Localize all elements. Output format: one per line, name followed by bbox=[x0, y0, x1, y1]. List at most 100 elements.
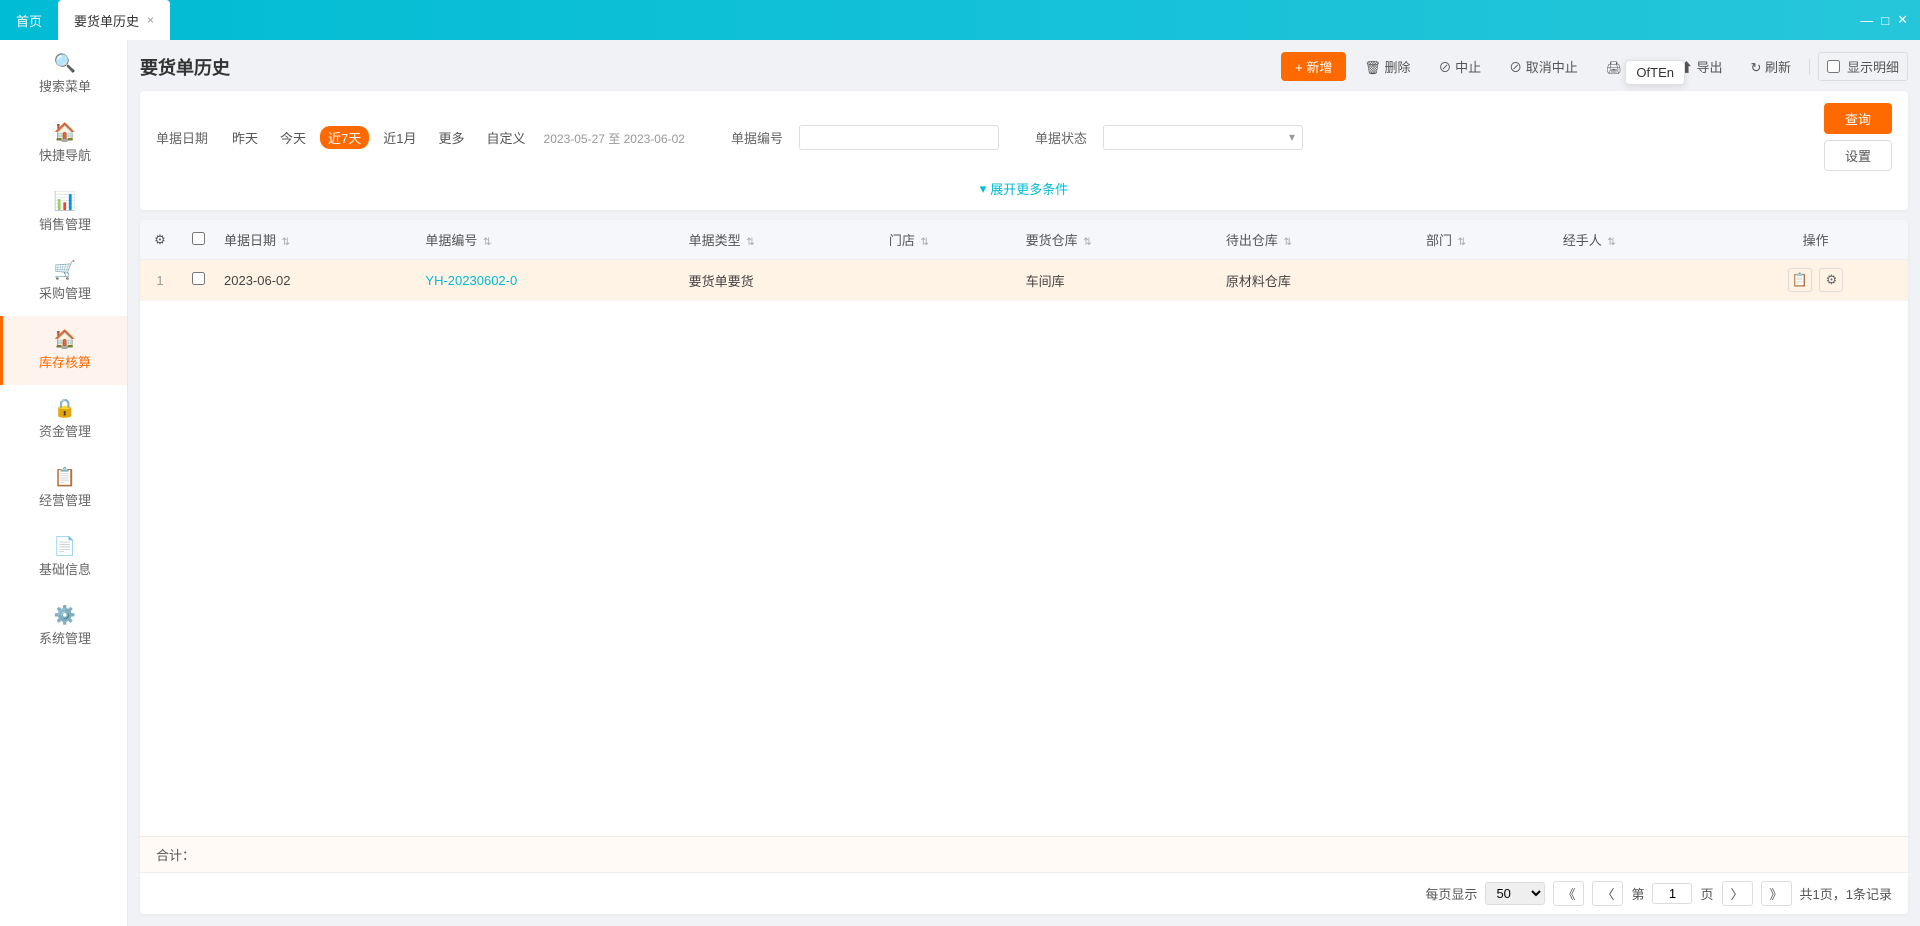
doc-no-link[interactable]: YH-20230602-0 bbox=[425, 273, 517, 288]
tab-home-label: 首页 bbox=[16, 11, 42, 30]
filter-settings-button[interactable]: 设置 bbox=[1824, 140, 1892, 171]
col-doc-date[interactable]: 单据日期 ⇅ bbox=[216, 220, 417, 260]
status-label: 单据状态 bbox=[1035, 128, 1087, 147]
date-btn-more[interactable]: 更多 bbox=[431, 126, 473, 149]
status-select-wrapper bbox=[1103, 125, 1303, 150]
select-all-checkbox[interactable] bbox=[192, 232, 205, 245]
operations-mgmt-icon: 📋 bbox=[54, 468, 76, 486]
maximize-icon[interactable]: □ bbox=[1881, 13, 1889, 28]
date-range-text: 2023-05-27 至 2023-06-02 bbox=[544, 130, 685, 147]
last-page-button[interactable]: 》 bbox=[1761, 881, 1792, 906]
minimize-icon[interactable]: — bbox=[1860, 13, 1873, 28]
page-label: 页 bbox=[1700, 884, 1713, 903]
sidebar-item-operations-mgmt-label: 经营管理 bbox=[39, 490, 91, 509]
table-card: ⚙ 单据日期 ⇅ 单据编号 ⇅ 单据类型 ⇅ bbox=[140, 220, 1908, 914]
tab-purchase-history-label: 要货单历史 bbox=[74, 11, 139, 30]
summary-label: 合计： bbox=[156, 848, 195, 863]
col-req-warehouse[interactable]: 要货仓库 ⇅ bbox=[1018, 220, 1218, 260]
col-department[interactable]: 部门 ⇅ bbox=[1418, 220, 1555, 260]
page-title: 要货单历史 bbox=[140, 54, 230, 80]
col-handler[interactable]: 经手人 ⇅ bbox=[1555, 220, 1724, 260]
tab-purchase-history[interactable]: 要货单历史 × bbox=[58, 0, 170, 40]
date-btn-last1month[interactable]: 近1月 bbox=[375, 126, 424, 149]
row-actions: 📋 ⚙ bbox=[1723, 260, 1908, 301]
window-controls: — □ ✕ bbox=[1860, 12, 1920, 28]
doc-no-label: 单据编号 bbox=[731, 128, 783, 147]
quick-nav-icon: 🏠 bbox=[54, 123, 76, 141]
often-badge-label: OfTEn bbox=[1636, 65, 1674, 80]
sidebar-item-inventory[interactable]: 🏠 库存核算 bbox=[0, 316, 127, 385]
tab-home[interactable]: 首页 bbox=[0, 0, 58, 40]
total-info: 共1页，1条记录 bbox=[1800, 884, 1892, 903]
date-btn-custom[interactable]: 自定义 bbox=[479, 126, 534, 149]
row-pending-warehouse: 原材料仓库 bbox=[1218, 260, 1418, 301]
row-view-icon[interactable]: 📋 bbox=[1788, 268, 1812, 292]
date-btn-yesterday[interactable]: 昨天 bbox=[224, 126, 266, 149]
page-size-label: 每页显示 bbox=[1425, 884, 1477, 903]
stop-button[interactable]: ⊘ 中止 bbox=[1428, 53, 1491, 80]
top-bar: 首页 要货单历史 × — □ ✕ bbox=[0, 0, 1920, 40]
table-footer-summary: 合计： bbox=[140, 836, 1908, 872]
delete-button[interactable]: 🗑 删除 bbox=[1354, 53, 1420, 80]
purchase-mgmt-icon: 🛒 bbox=[54, 261, 76, 279]
sort-req-warehouse-icon: ⇅ bbox=[1083, 237, 1091, 248]
expand-label: 展开更多条件 bbox=[990, 179, 1068, 198]
sidebar-item-search-menu[interactable]: 🔍 搜索菜单 bbox=[0, 40, 127, 109]
first-page-button[interactable]: 《 bbox=[1553, 881, 1584, 906]
toolbar-divider bbox=[1809, 59, 1810, 75]
new-button[interactable]: + 新增 bbox=[1281, 52, 1346, 81]
data-table: ⚙ 单据日期 ⇅ 单据编号 ⇅ 单据类型 ⇅ bbox=[140, 220, 1908, 301]
col-store[interactable]: 门店 ⇅ bbox=[881, 220, 1018, 260]
sidebar-item-system-mgmt[interactable]: ⚙️ 系统管理 bbox=[0, 592, 127, 661]
sidebar-item-purchase-mgmt[interactable]: 🛒 采购管理 bbox=[0, 247, 127, 316]
page-size-select[interactable]: 50 20 100 200 bbox=[1485, 882, 1545, 905]
inventory-icon: 🏠 bbox=[54, 330, 76, 348]
row-handler bbox=[1555, 260, 1724, 301]
sidebar-item-quick-nav[interactable]: 🏠 快捷导航 bbox=[0, 109, 127, 178]
sidebar: 🔍 搜索菜单 🏠 快捷导航 📊 销售管理 🛒 采购管理 🏠 库存核算 🔒 资金管… bbox=[0, 40, 128, 926]
tab-close-icon[interactable]: × bbox=[147, 13, 154, 27]
sort-doc-no-icon: ⇅ bbox=[483, 237, 491, 248]
basic-info-icon: 📄 bbox=[54, 537, 76, 555]
row-checkbox[interactable] bbox=[192, 272, 205, 285]
sidebar-item-sales-mgmt[interactable]: 📊 销售管理 bbox=[0, 178, 127, 247]
refresh-button[interactable]: ↻ 刷新 bbox=[1740, 53, 1801, 80]
col-doc-no[interactable]: 单据编号 ⇅ bbox=[417, 220, 680, 260]
expand-row: ▾ 展开更多条件 bbox=[156, 179, 1892, 198]
sort-store-icon: ⇅ bbox=[920, 237, 928, 248]
cancel-stop-button[interactable]: ⊘ 取消中止 bbox=[1499, 53, 1588, 80]
page-number-input[interactable] bbox=[1652, 883, 1692, 904]
date-btn-last7days[interactable]: 近7天 bbox=[320, 126, 369, 149]
col-doc-type[interactable]: 单据类型 ⇅ bbox=[681, 220, 881, 260]
pagination-bar: 每页显示 50 20 100 200 《 〈 第 页 〉 》 共1页，1条记录 bbox=[140, 872, 1908, 914]
display-detail-checkbox[interactable] bbox=[1827, 60, 1840, 73]
doc-no-input[interactable] bbox=[799, 125, 999, 150]
date-btn-today[interactable]: 今天 bbox=[272, 126, 314, 149]
sidebar-item-basic-info[interactable]: 📄 基础信息 bbox=[0, 523, 127, 592]
display-detail-button[interactable]: 显示明细 bbox=[1818, 52, 1908, 81]
col-checkbox bbox=[180, 220, 216, 260]
toolbar: + 新增 🗑 删除 ⊘ 中止 ⊘ 取消中止 🖨 打印 ⬆ 导出 ↻ 刷新 显示明… bbox=[1281, 52, 1908, 81]
sort-department-icon: ⇅ bbox=[1458, 237, 1466, 248]
sidebar-item-system-mgmt-label: 系统管理 bbox=[39, 628, 91, 647]
sidebar-item-finance-mgmt[interactable]: 🔒 资金管理 bbox=[0, 385, 127, 454]
close-window-icon[interactable]: ✕ bbox=[1897, 12, 1908, 28]
col-settings[interactable]: ⚙ bbox=[140, 220, 180, 260]
prev-page-button[interactable]: 〈 bbox=[1592, 881, 1623, 906]
query-button[interactable]: 查询 bbox=[1824, 103, 1892, 134]
col-pending-warehouse[interactable]: 待出仓库 ⇅ bbox=[1218, 220, 1418, 260]
filter-actions: 查询 设置 bbox=[1824, 103, 1892, 171]
col-action: 操作 bbox=[1723, 220, 1908, 260]
date-range-display: 2023-05-27 至 2023-06-02 bbox=[544, 128, 685, 147]
next-page-button[interactable]: 〉 bbox=[1722, 881, 1753, 906]
expand-icon: ▾ bbox=[980, 181, 987, 197]
row-doc-date: 2023-06-02 bbox=[216, 260, 417, 301]
date-options: 昨天 今天 近7天 近1月 更多 自定义 bbox=[224, 126, 534, 149]
status-select[interactable] bbox=[1103, 125, 1303, 150]
sidebar-item-operations-mgmt[interactable]: 📋 经营管理 bbox=[0, 454, 127, 523]
row-edit-icon[interactable]: ⚙ bbox=[1819, 268, 1843, 292]
table-scroll[interactable]: ⚙ 单据日期 ⇅ 单据编号 ⇅ 单据类型 ⇅ bbox=[140, 220, 1908, 836]
expand-button[interactable]: ▾ 展开更多条件 bbox=[980, 179, 1069, 198]
filter-row-1: 单据日期 昨天 今天 近7天 近1月 更多 自定义 2023-05-27 至 2… bbox=[156, 103, 1892, 171]
sidebar-item-inventory-label: 库存核算 bbox=[39, 352, 91, 371]
